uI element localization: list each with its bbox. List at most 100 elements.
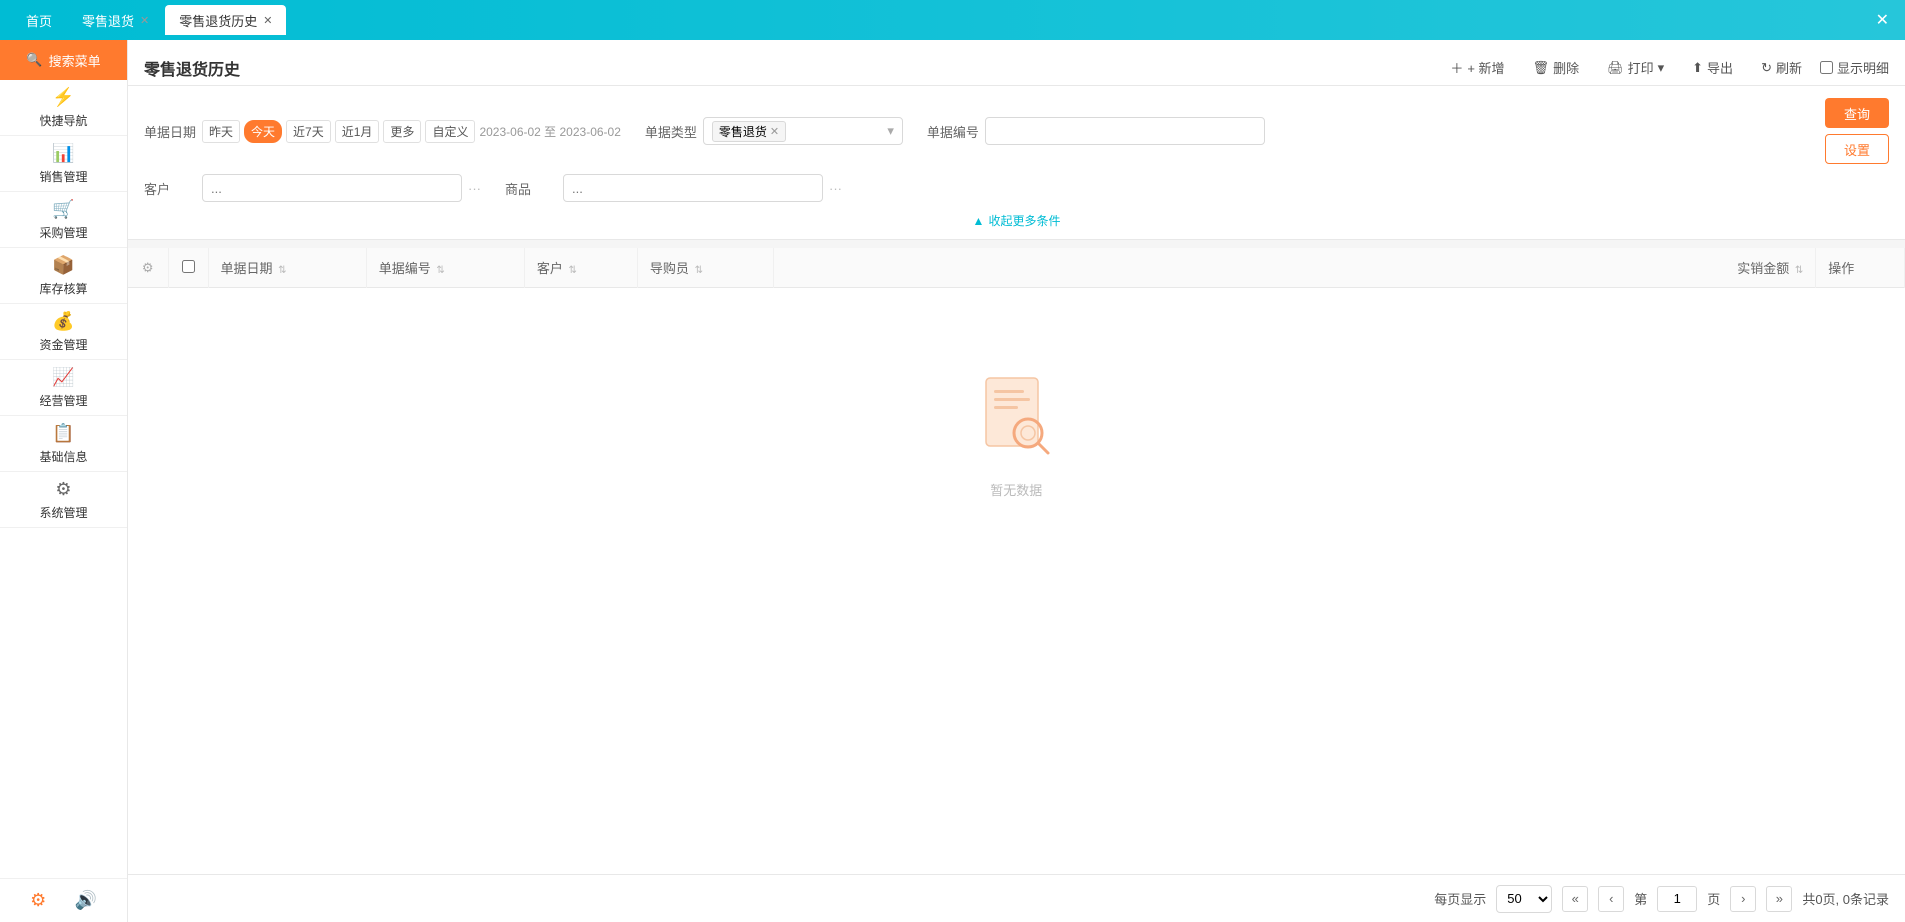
tab-retail-return[interactable]: 零售退货 ✕ xyxy=(68,5,163,35)
date-filter: 单据日期 昨天 今天 近7天 近1月 更多 自定义 2023-06-02 至 2… xyxy=(144,120,621,143)
page-current-label: 第 xyxy=(1634,889,1647,908)
page-prev-btn[interactable]: ‹ xyxy=(1598,886,1624,912)
sidebar: 🔍 搜索菜单 ⚡ 快捷导航 📊 销售管理 🛒 采购管理 📦 库存核算 💰 资金管… xyxy=(0,40,128,922)
export-icon: ⬆ xyxy=(1692,60,1703,76)
setting-button[interactable]: 设置 xyxy=(1825,134,1889,164)
page-title: 零售退货历史 xyxy=(144,56,240,80)
type-select-arrow-icon: ▾ xyxy=(887,123,894,139)
page-number-input[interactable] xyxy=(1657,886,1697,912)
date-today-btn[interactable]: 今天 xyxy=(244,120,282,143)
goods-filter-input[interactable] xyxy=(563,174,823,202)
number-filter-input[interactable] xyxy=(985,117,1265,145)
top-bar: 首页 零售退货 ✕ 零售退货历史 ✕ ✕ xyxy=(0,0,1905,40)
sidebar-item-basic-info[interactable]: 📋 基础信息 xyxy=(0,416,127,472)
tab-retail-return-close[interactable]: ✕ xyxy=(140,14,149,27)
col-action: 操作 xyxy=(1816,248,1905,288)
empty-state: 暂无数据 xyxy=(128,288,1905,559)
add-button[interactable]: ＋ + 新增 xyxy=(1440,54,1514,81)
customer-filter-dots[interactable]: ··· xyxy=(468,181,481,196)
page-last-btn[interactable]: » xyxy=(1766,886,1792,912)
col-date-sort-icon: ⇅ xyxy=(278,265,286,276)
sidebar-item-inventory[interactable]: 📦 库存核算 xyxy=(0,248,127,304)
finance-icon: 💰 xyxy=(52,311,74,332)
query-button[interactable]: 查询 xyxy=(1825,98,1889,128)
sidebar-item-sales[interactable]: 📊 销售管理 xyxy=(0,136,127,192)
window-close-icon[interactable]: ✕ xyxy=(1876,10,1889,30)
add-icon: ＋ xyxy=(1450,58,1463,77)
sidebar-item-sales-label: 销售管理 xyxy=(39,168,87,185)
display-toggle-checkbox[interactable] xyxy=(1820,61,1833,74)
date-filter-label: 单据日期 xyxy=(144,122,196,141)
page-next-btn[interactable]: › xyxy=(1730,886,1756,912)
col-number[interactable]: 单据编号 ⇅ xyxy=(366,248,524,288)
date-yesterday-btn[interactable]: 昨天 xyxy=(202,120,240,143)
page-size-label: 每页显示 xyxy=(1434,889,1486,908)
col-guide[interactable]: 导购员 ⇅ xyxy=(637,248,773,288)
sidebar-item-inventory-label: 库存核算 xyxy=(39,280,87,297)
delete-button[interactable]: 🗑 删除 xyxy=(1523,54,1590,81)
tab-home[interactable]: 首页 xyxy=(12,5,66,35)
date-7days-btn[interactable]: 近7天 xyxy=(286,120,331,143)
page-first-btn[interactable]: « xyxy=(1562,886,1588,912)
type-filter-label: 单据类型 xyxy=(645,122,697,141)
type-tag-label: 零售退货 xyxy=(719,123,767,140)
pagination-bar: 每页显示 10 20 50 100 « ‹ 第 页 › » 共0页, 0条记录 xyxy=(128,874,1905,922)
type-select[interactable]: 零售退货 ✕ ▾ xyxy=(703,117,903,145)
audio-icon[interactable]: 🔊 xyxy=(74,890,96,911)
sidebar-item-system[interactable]: ⚙ 系统管理 xyxy=(0,472,127,528)
col-settings[interactable]: ⚙ xyxy=(128,248,168,288)
date-more-btn[interactable]: 更多 xyxy=(383,120,421,143)
goods-filter-dots[interactable]: ··· xyxy=(829,181,842,196)
page-size-select[interactable]: 10 20 50 100 xyxy=(1496,885,1552,913)
sidebar-item-quicknav-label: 快捷导航 xyxy=(39,112,87,129)
sidebar-search[interactable]: 🔍 搜索菜单 xyxy=(0,40,127,80)
col-amount-sort-icon: ⇅ xyxy=(1795,265,1803,276)
settings-bottom-icon[interactable]: ⚙ xyxy=(30,890,46,911)
tab-list: 首页 零售退货 ✕ 零售退货历史 ✕ xyxy=(12,5,1893,35)
collapse-filter-btn[interactable]: ▲ 收起更多条件 xyxy=(144,212,1889,229)
date-custom-btn[interactable]: 自定义 xyxy=(425,120,475,143)
quicknav-icon: ⚡ xyxy=(52,87,74,108)
main-content: 零售退货历史 ＋ + 新增 🗑 删除 🖨 打印 ▾ ⬆ 导出 xyxy=(128,40,1905,922)
table-header-row: ⚙ 单据日期 ⇅ 单据编号 ⇅ xyxy=(128,248,1905,288)
purchase-icon: 🛒 xyxy=(52,199,74,220)
system-icon: ⚙ xyxy=(55,479,71,500)
pagination-summary: 共0页, 0条记录 xyxy=(1802,889,1889,908)
date-1month-btn[interactable]: 近1月 xyxy=(335,120,380,143)
number-filter: 单据编号 xyxy=(927,117,1265,145)
inventory-icon: 📦 xyxy=(52,255,74,276)
page-header: 零售退货历史 ＋ + 新增 🗑 删除 🖨 打印 ▾ ⬆ 导出 xyxy=(128,40,1905,86)
sidebar-item-system-label: 系统管理 xyxy=(39,504,87,521)
date-range-display: 2023-06-02 至 2023-06-02 xyxy=(479,123,620,140)
col-checkbox[interactable] xyxy=(168,248,208,288)
number-filter-label: 单据编号 xyxy=(927,122,979,141)
sidebar-item-purchase-label: 采购管理 xyxy=(39,224,87,241)
sidebar-item-quicknav[interactable]: ⚡ 快捷导航 xyxy=(0,80,127,136)
col-settings-icon[interactable]: ⚙ xyxy=(142,260,154,275)
refresh-button[interactable]: ↻ 刷新 xyxy=(1751,54,1812,81)
search-icon: 🔍 xyxy=(26,52,42,68)
sidebar-item-purchase[interactable]: 🛒 采购管理 xyxy=(0,192,127,248)
export-button[interactable]: ⬆ 导出 xyxy=(1682,54,1743,81)
col-amount[interactable]: 实销金额 ⇅ xyxy=(773,248,1816,288)
sidebar-item-finance[interactable]: 💰 资金管理 xyxy=(0,304,127,360)
sidebar-search-label: 搜索菜单 xyxy=(49,51,101,70)
print-button[interactable]: 🖨 打印 ▾ xyxy=(1597,54,1674,81)
print-dropdown-icon: ▾ xyxy=(1658,60,1665,76)
customer-filter-input[interactable] xyxy=(202,174,462,202)
customer-filter: 客户 ··· xyxy=(144,174,481,202)
display-toggle[interactable]: 显示明细 xyxy=(1820,58,1889,77)
operations-icon: 📈 xyxy=(52,367,74,388)
page-actions: ＋ + 新增 🗑 删除 🖨 打印 ▾ ⬆ 导出 ↻ xyxy=(1440,54,1889,81)
tab-retail-return-history[interactable]: 零售退货历史 ✕ xyxy=(165,5,286,35)
col-date[interactable]: 单据日期 ⇅ xyxy=(208,248,366,288)
sidebar-item-operations[interactable]: 📈 经营管理 xyxy=(0,360,127,416)
delete-icon: 🗑 xyxy=(1533,60,1550,76)
type-tag-remove[interactable]: ✕ xyxy=(770,125,779,138)
data-table: ⚙ 单据日期 ⇅ 单据编号 ⇅ xyxy=(128,248,1905,559)
basic-info-icon: 📋 xyxy=(52,423,74,444)
tab-retail-return-history-close[interactable]: ✕ xyxy=(263,14,272,27)
date-quick-buttons: 昨天 今天 近7天 近1月 更多 自定义 2023-06-02 至 2023-0… xyxy=(202,120,621,143)
select-all-checkbox[interactable] xyxy=(182,260,195,273)
col-customer[interactable]: 客户 ⇅ xyxy=(524,248,637,288)
